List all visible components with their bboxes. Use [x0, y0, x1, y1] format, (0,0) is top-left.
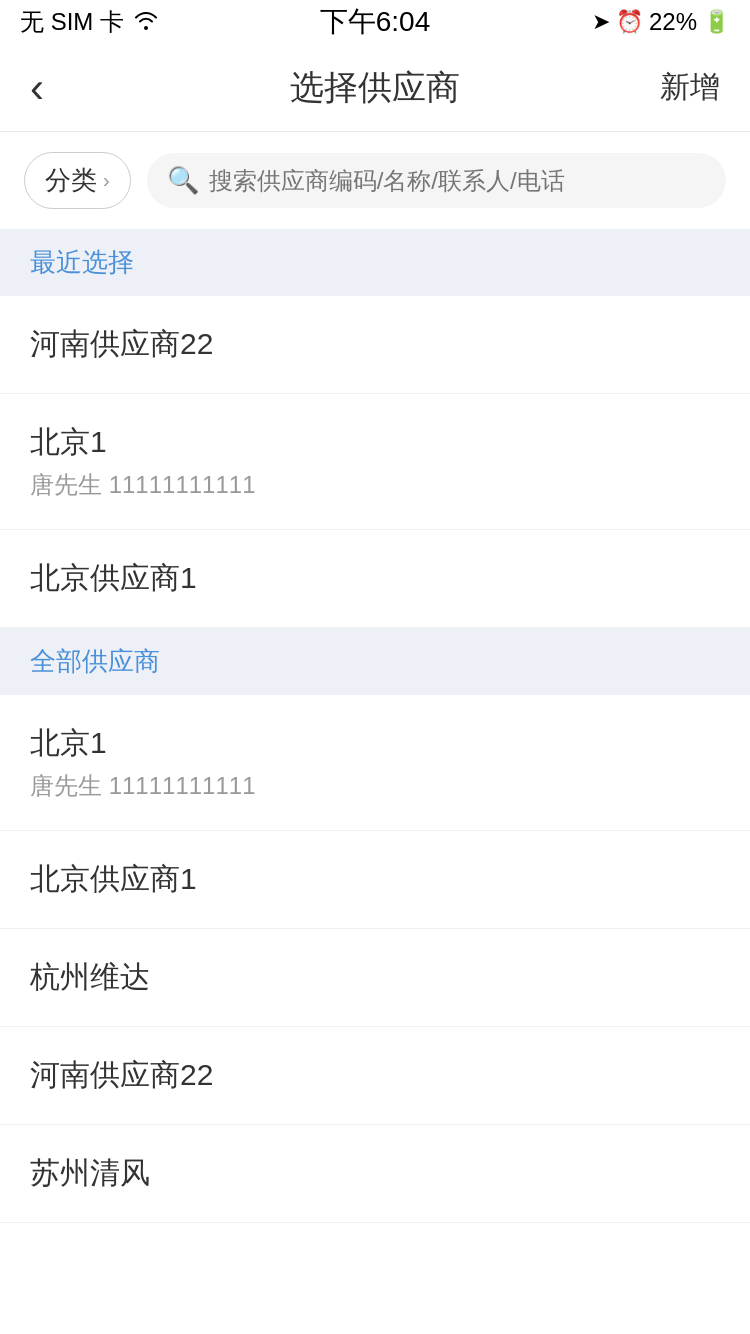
item-name: 河南供应商22: [30, 1055, 720, 1096]
category-label: 分类: [45, 163, 97, 198]
location-icon: ➤: [592, 9, 610, 35]
search-input-wrapper: 🔍: [147, 153, 726, 208]
wifi-icon: [132, 8, 160, 36]
recent-items-list: 河南供应商22 北京1 唐先生 11111111111 北京供应商1: [0, 296, 750, 628]
list-item[interactable]: 河南供应商22: [0, 296, 750, 394]
status-right: ➤ ⏰ 22% 🔋: [592, 8, 730, 36]
nav-bar: ‹ 选择供应商 新增: [0, 44, 750, 132]
list-item[interactable]: 苏州清风: [0, 1125, 750, 1223]
battery-icon: 🔋: [703, 9, 730, 35]
all-section-header: 全部供应商: [0, 628, 750, 695]
item-sub: 唐先生 11111111111: [30, 770, 720, 802]
status-time: 下午6:04: [320, 3, 431, 41]
chevron-right-icon: ›: [103, 169, 110, 192]
list-item[interactable]: 杭州维达: [0, 929, 750, 1027]
item-name: 北京供应商1: [30, 859, 720, 900]
list-item[interactable]: 北京1 唐先生 11111111111: [0, 695, 750, 831]
item-name: 河南供应商22: [30, 324, 720, 365]
item-name: 北京1: [30, 723, 720, 764]
category-button[interactable]: 分类 ›: [24, 152, 131, 209]
list-item[interactable]: 河南供应商22: [0, 1027, 750, 1125]
item-name: 苏州清风: [30, 1153, 720, 1194]
item-name: 北京1: [30, 422, 720, 463]
page-title: 选择供应商: [90, 65, 660, 111]
recent-section-header: 最近选择: [0, 229, 750, 296]
status-left: 无 SIM 卡: [20, 6, 160, 38]
search-icon: 🔍: [167, 165, 199, 196]
list-item[interactable]: 北京1 唐先生 11111111111: [0, 394, 750, 530]
search-input[interactable]: [209, 167, 706, 195]
add-button[interactable]: 新增: [660, 67, 720, 108]
back-button[interactable]: ‹: [30, 64, 90, 112]
list-item[interactable]: 北京供应商1: [0, 530, 750, 628]
list-item[interactable]: 北京供应商1: [0, 831, 750, 929]
search-bar: 分类 › 🔍: [0, 132, 750, 229]
battery-text: 22%: [649, 8, 697, 36]
carrier-text: 无 SIM 卡: [20, 6, 124, 38]
status-bar: 无 SIM 卡 下午6:04 ➤ ⏰ 22% 🔋: [0, 0, 750, 44]
alarm-icon: ⏰: [616, 9, 643, 35]
item-name: 北京供应商1: [30, 558, 720, 599]
item-name: 杭州维达: [30, 957, 720, 998]
item-sub: 唐先生 11111111111: [30, 469, 720, 501]
all-items-list: 北京1 唐先生 11111111111 北京供应商1 杭州维达河南供应商22 苏州清风: [0, 695, 750, 1223]
